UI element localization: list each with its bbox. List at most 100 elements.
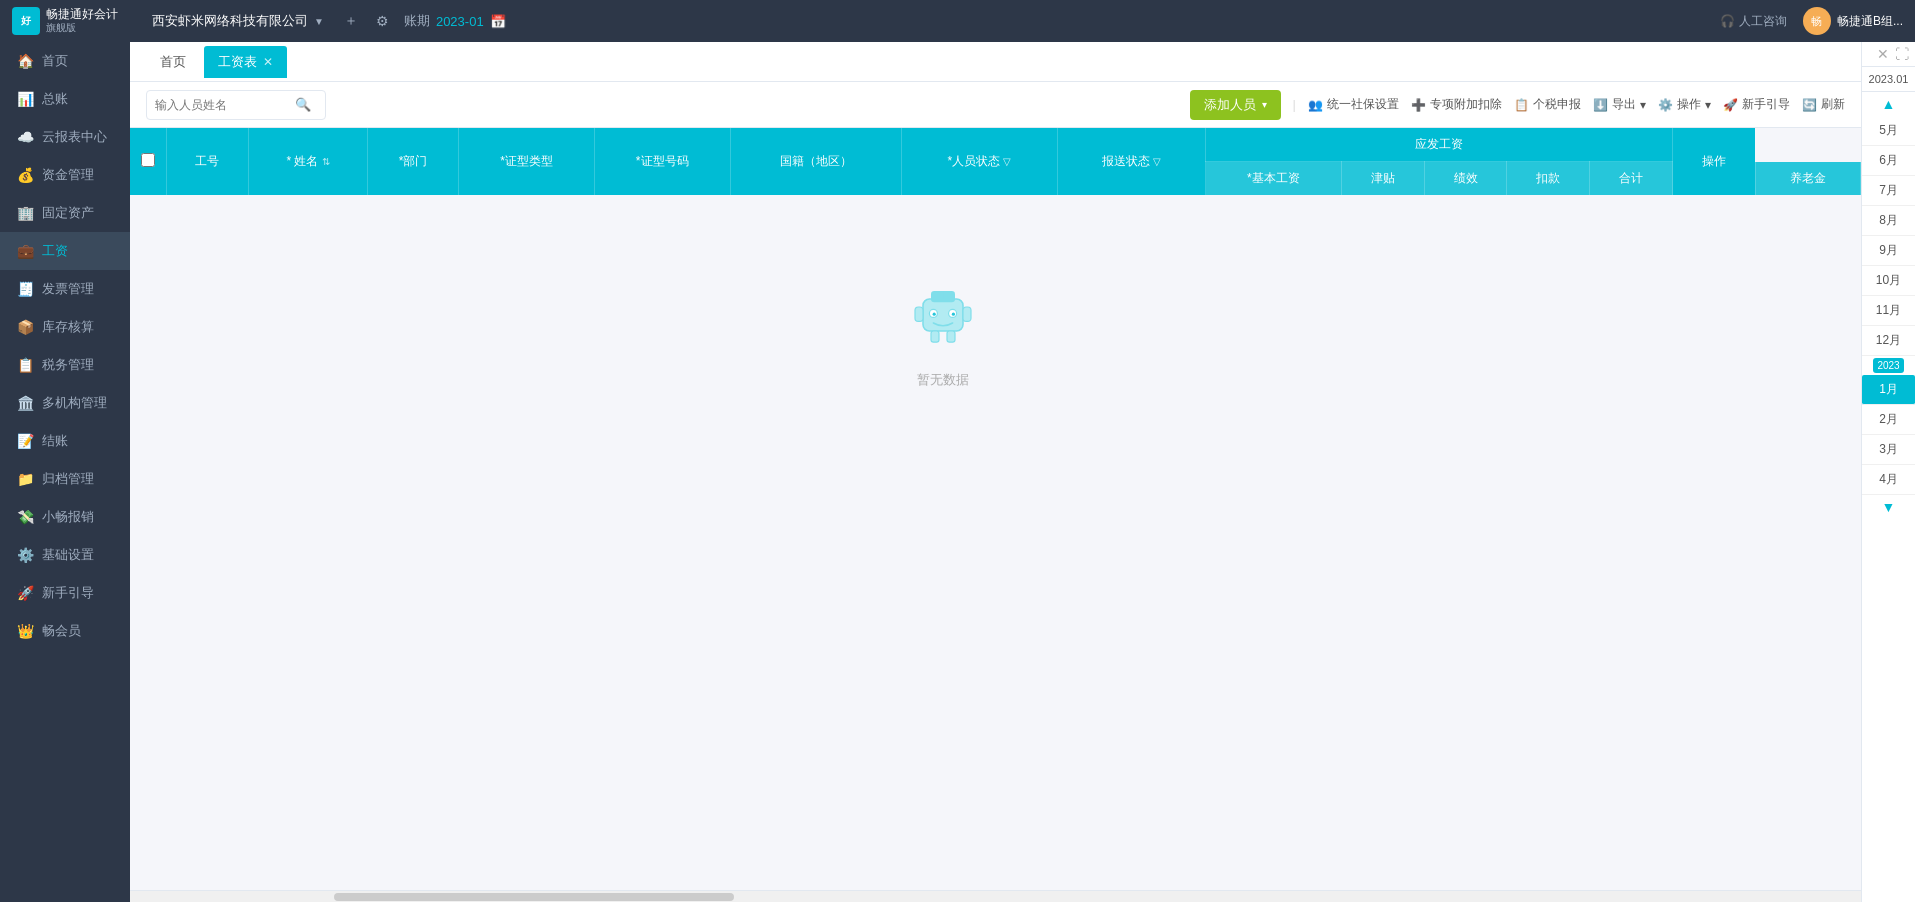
app-name: 畅捷通好会计 bbox=[46, 7, 118, 21]
social-insurance-btn[interactable]: 👥 统一社保设置 bbox=[1308, 96, 1399, 113]
empty-state: 暂无数据 bbox=[130, 195, 1755, 469]
logo-icon: 好 bbox=[12, 7, 40, 35]
user-info[interactable]: 畅 畅捷通B组... bbox=[1803, 7, 1903, 35]
multi-icon: 🏛️ bbox=[16, 395, 34, 411]
inventory-icon: 📦 bbox=[16, 319, 34, 335]
panel-close-icon[interactable]: ✕ bbox=[1877, 46, 1889, 62]
sidebar-item-tax[interactable]: 📋 税务管理 bbox=[0, 346, 130, 384]
calendar-icon[interactable]: 📅 bbox=[490, 14, 506, 29]
sidebar-item-invoice[interactable]: 🧾 发票管理 bbox=[0, 270, 130, 308]
sidebar-label-multi: 多机构管理 bbox=[42, 394, 107, 412]
tax-report-btn[interactable]: 📋 个税申报 bbox=[1514, 96, 1581, 113]
th-dept: *部门 bbox=[367, 128, 458, 195]
refresh-label: 刷新 bbox=[1821, 96, 1845, 113]
sidebar-item-expense[interactable]: 💸 小畅报销 bbox=[0, 498, 130, 536]
export-icon: ⬇️ bbox=[1593, 98, 1608, 112]
user-service-btn[interactable]: 🎧 人工咨询 bbox=[1720, 13, 1787, 30]
scroll-bar-area[interactable] bbox=[130, 890, 1861, 902]
panel-expand-icon[interactable]: ⛶ bbox=[1895, 46, 1909, 62]
search-input[interactable] bbox=[155, 98, 295, 112]
company-selector[interactable]: 西安虾米网络科技有限公司 ▼ bbox=[152, 12, 324, 30]
tab-bar: 首页 工资表 ✕ bbox=[130, 42, 1861, 82]
sidebar-item-cloud[interactable]: ☁️ 云报表中心 bbox=[0, 118, 130, 156]
month-8[interactable]: 8月 bbox=[1862, 206, 1915, 236]
special-deduction-icon: ➕ bbox=[1411, 98, 1426, 112]
svg-rect-7 bbox=[915, 307, 923, 321]
sidebar-item-guide[interactable]: 🚀 新手引导 bbox=[0, 574, 130, 612]
report-status-filter-icon[interactable]: ▽ bbox=[1153, 156, 1161, 167]
month-2[interactable]: 2月 bbox=[1862, 405, 1915, 435]
th-report-status[interactable]: 报送状态 ▽ bbox=[1058, 128, 1206, 195]
th-person-status[interactable]: *人员状态 ▽ bbox=[901, 128, 1058, 195]
operation-btn[interactable]: ⚙️ 操作 ▾ bbox=[1658, 96, 1711, 113]
sidebar-item-archive[interactable]: 📁 归档管理 bbox=[0, 460, 130, 498]
sidebar-item-inventory[interactable]: 📦 库存核算 bbox=[0, 308, 130, 346]
month-nav-up[interactable]: ▲ bbox=[1862, 92, 1915, 116]
th-deduction: 扣款 bbox=[1507, 162, 1590, 196]
month-3[interactable]: 3月 bbox=[1862, 435, 1915, 465]
th-checkbox[interactable] bbox=[130, 128, 166, 195]
th-name[interactable]: * 姓名 ⇅ bbox=[249, 128, 367, 195]
person-status-filter-icon[interactable]: ▽ bbox=[1003, 156, 1011, 167]
tab-home-label: 首页 bbox=[160, 53, 186, 71]
account-period: 账期 2023-01 📅 bbox=[404, 12, 506, 30]
th-allowance: 津贴 bbox=[1341, 162, 1424, 196]
month-nav-down[interactable]: ▼ bbox=[1862, 495, 1915, 519]
month-7[interactable]: 7月 bbox=[1862, 176, 1915, 206]
th-report-status-text: 报送状态 bbox=[1102, 154, 1150, 168]
sidebar-label-member: 畅会员 bbox=[42, 622, 81, 640]
content-area: 首页 工资表 ✕ 🔍 添加人员 ▾ | 👥 统一社保设置 bbox=[130, 42, 1861, 902]
sidebar-label-close: 结账 bbox=[42, 432, 68, 450]
archive-icon: 📁 bbox=[16, 471, 34, 487]
social-insurance-label: 统一社保设置 bbox=[1327, 96, 1399, 113]
capital-icon: 💰 bbox=[16, 167, 34, 183]
sidebar-item-member[interactable]: 👑 畅会员 bbox=[0, 612, 130, 650]
sidebar-item-home[interactable]: 🏠 首页 bbox=[0, 42, 130, 80]
scroll-thumb[interactable] bbox=[334, 893, 734, 901]
add-person-button[interactable]: 添加人员 ▾ bbox=[1190, 90, 1281, 120]
th-id-no: *证型号码 bbox=[594, 128, 730, 195]
operation-icon: ⚙️ bbox=[1658, 98, 1673, 112]
tab-home[interactable]: 首页 bbox=[146, 46, 200, 78]
month-9[interactable]: 9月 bbox=[1862, 236, 1915, 266]
select-all-checkbox[interactable] bbox=[141, 153, 155, 167]
sidebar-item-salary[interactable]: 💼 工资 bbox=[0, 232, 130, 270]
month-6[interactable]: 6月 bbox=[1862, 146, 1915, 176]
sidebar-item-close[interactable]: 📝 结账 bbox=[0, 422, 130, 460]
salary-icon: 💼 bbox=[16, 243, 34, 259]
month-5[interactable]: 5月 bbox=[1862, 116, 1915, 146]
guide-btn[interactable]: 🚀 新手引导 bbox=[1723, 96, 1790, 113]
sidebar-item-multi[interactable]: 🏛️ 多机构管理 bbox=[0, 384, 130, 422]
sidebar-item-settings[interactable]: ⚙️ 基础设置 bbox=[0, 536, 130, 574]
sidebar-item-capital[interactable]: 💰 资金管理 bbox=[0, 156, 130, 194]
period-value[interactable]: 2023-01 bbox=[436, 14, 484, 29]
search-icon[interactable]: 🔍 bbox=[295, 97, 311, 112]
th-total: 合计 bbox=[1590, 162, 1673, 196]
search-wrap[interactable]: 🔍 bbox=[146, 90, 326, 120]
th-employee-no: 工号 bbox=[166, 128, 249, 195]
export-btn[interactable]: ⬇️ 导出 ▾ bbox=[1593, 96, 1646, 113]
empty-icon bbox=[903, 275, 983, 355]
logo-area: 好 畅捷通好会计 旗舰版 bbox=[12, 7, 142, 35]
table-body: 暂无数据 bbox=[130, 195, 1861, 469]
tab-close-icon[interactable]: ✕ bbox=[263, 55, 273, 69]
month-1[interactable]: 1月 bbox=[1862, 375, 1915, 405]
refresh-btn[interactable]: 🔄 刷新 bbox=[1802, 96, 1845, 113]
month-12[interactable]: 12月 bbox=[1862, 326, 1915, 356]
month-10[interactable]: 10月 bbox=[1862, 266, 1915, 296]
header-right: 🎧 人工咨询 畅 畅捷通B组... bbox=[1720, 7, 1903, 35]
tab-salary-label: 工资表 bbox=[218, 53, 257, 71]
sidebar-item-ledger[interactable]: 📊 总账 bbox=[0, 80, 130, 118]
sidebar-label-ledger: 总账 bbox=[42, 90, 68, 108]
settings-icon-btn[interactable]: ⚙ bbox=[372, 10, 394, 32]
operation-arrow-icon: ▾ bbox=[1705, 98, 1711, 112]
sidebar-item-assets[interactable]: 🏢 固定资产 bbox=[0, 194, 130, 232]
tab-salary[interactable]: 工资表 ✕ bbox=[204, 46, 287, 78]
svg-point-5 bbox=[932, 313, 935, 316]
company-name: 西安虾米网络科技有限公司 bbox=[152, 12, 308, 30]
add-icon-btn[interactable]: ＋ bbox=[340, 10, 362, 32]
name-sort-icon[interactable]: ⇅ bbox=[322, 156, 330, 167]
month-11[interactable]: 11月 bbox=[1862, 296, 1915, 326]
month-4[interactable]: 4月 bbox=[1862, 465, 1915, 495]
special-deduction-btn[interactable]: ➕ 专项附加扣除 bbox=[1411, 96, 1502, 113]
